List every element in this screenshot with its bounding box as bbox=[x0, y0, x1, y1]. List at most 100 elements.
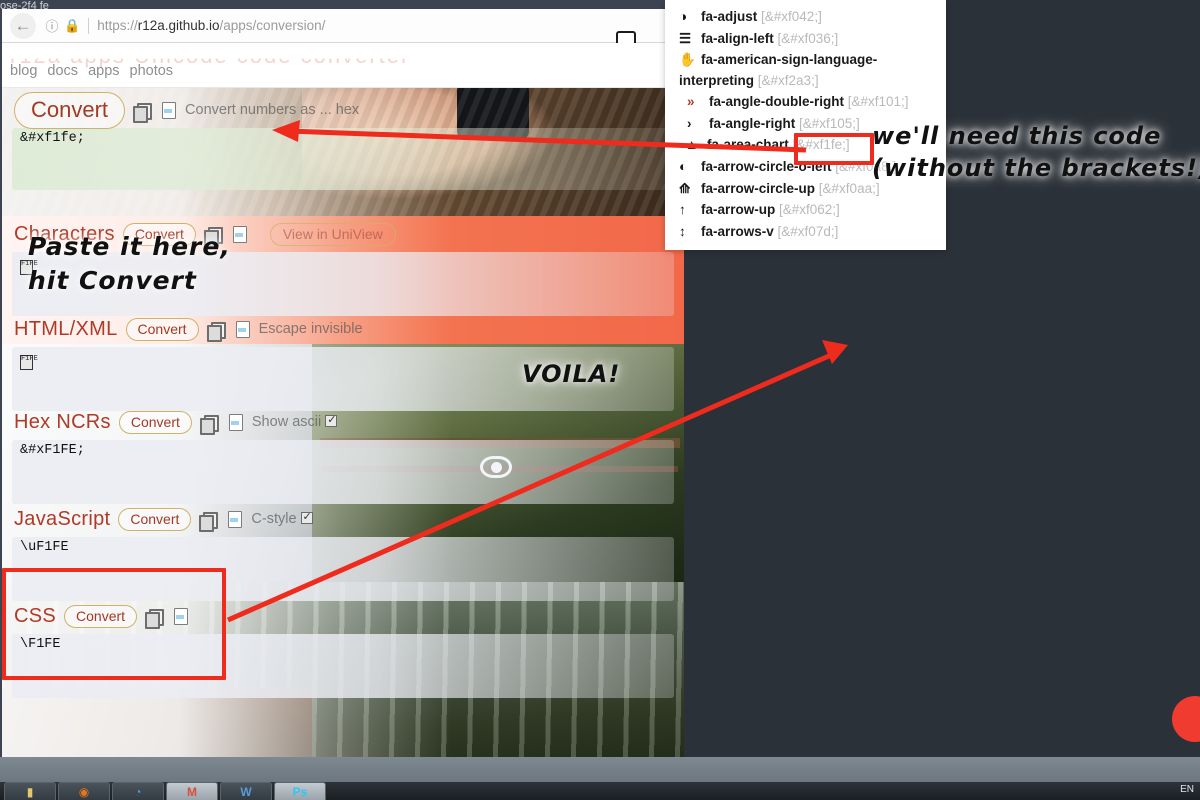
word-icon: W bbox=[240, 784, 252, 799]
annotation-voila: VOILA! bbox=[522, 360, 621, 388]
address-bar-input[interactable]: https://r12a.github.io/apps/conversion/ bbox=[97, 18, 325, 33]
convert-button-htmlxml[interactable]: Convert bbox=[125, 317, 199, 341]
icon-name: fa-angle-double-right bbox=[709, 94, 844, 110]
taskbar-item-edge[interactable]: ◔ bbox=[112, 782, 164, 800]
icon-list-item[interactable]: ◑ fa-adjust [&#xf042;] bbox=[679, 6, 946, 28]
convert-button-javascript[interactable]: Convert bbox=[118, 507, 192, 531]
row-hint: Convert numbers as ... hex bbox=[185, 102, 360, 118]
taskbar-item-firefox[interactable]: ◉ bbox=[58, 782, 110, 800]
icon-code: [&#xf0aa;] bbox=[818, 180, 880, 196]
fa-arrow-up-icon: ↑ bbox=[679, 202, 686, 218]
fa-adjust-icon: ◑ bbox=[679, 9, 688, 24]
icon-name: fa-align-left bbox=[701, 30, 774, 46]
windows-taskbar: ▮ ◉ ◔ M W Ps EN bbox=[0, 782, 1200, 800]
annotation-line: Paste it here, bbox=[28, 232, 231, 261]
input-value: &#xf1fe; bbox=[20, 131, 85, 146]
nav-item-blog[interactable]: blog bbox=[10, 63, 37, 79]
icon-name: fa-arrow-circle-up bbox=[701, 180, 816, 196]
row-header: Hex NCRs Convert Show ascii bbox=[2, 406, 684, 438]
file-icon[interactable] bbox=[233, 319, 251, 339]
row-header: Convert Convert numbers as ... hex bbox=[2, 91, 684, 129]
fa-angle-double-right-icon: » bbox=[687, 94, 695, 110]
url-divider bbox=[88, 17, 90, 34]
icon-code: [&#xf07d;] bbox=[777, 223, 839, 239]
icon-list-item[interactable]: ✋ fa-american-sign-language-interpreting … bbox=[679, 49, 946, 91]
highlight-box-icon-code bbox=[794, 133, 874, 165]
copy-icon[interactable] bbox=[133, 100, 153, 123]
fa-area-chart-icon: ▲ bbox=[685, 137, 699, 153]
icon-list-item[interactable]: ☰ fa-align-left [&#xf036;] bbox=[679, 28, 946, 50]
edge-icon: ◔ bbox=[134, 784, 142, 799]
taskbar-item-mobirise[interactable]: M bbox=[166, 782, 218, 800]
annotation-need-code: we'll need this code (without the bracke… bbox=[872, 120, 1200, 184]
annotation-line: we'll need this code bbox=[872, 122, 1162, 150]
icon-list-item[interactable]: ↑ fa-arrow-up [&#xf062;] bbox=[679, 199, 946, 221]
file-icon[interactable] bbox=[230, 224, 248, 244]
icon-code: [&#xf042;] bbox=[761, 9, 822, 24]
highlight-box-css-output bbox=[2, 568, 226, 680]
info-circle-icon[interactable]: ⓘ bbox=[42, 16, 62, 35]
row-header: HTML/XML Convert Escape invisible bbox=[2, 313, 684, 345]
taskbar-item-folder[interactable]: ▮ bbox=[4, 782, 56, 800]
hint-text: C-style bbox=[251, 511, 297, 527]
taskbar-language-indicator[interactable]: EN bbox=[1180, 784, 1194, 795]
input-textarea[interactable]: &#xf1fe; bbox=[12, 128, 674, 190]
url-host: r12a.github.io bbox=[137, 18, 220, 33]
convert-button-hexncrs[interactable]: Convert bbox=[118, 410, 192, 434]
icon-code: [&#xf101;] bbox=[847, 94, 909, 110]
annotation-paste-here: Paste it here, hit Convert bbox=[28, 230, 231, 298]
row-header: JavaScript Convert C-style bbox=[2, 503, 684, 535]
nav-item-docs[interactable]: docs bbox=[47, 63, 78, 79]
taskbar-item-word[interactable]: W bbox=[220, 782, 272, 800]
javascript-value: \uF1FE bbox=[20, 540, 69, 555]
icon-name: fa-arrow-up bbox=[701, 202, 776, 218]
annotation-line: (without the brackets!) bbox=[872, 154, 1200, 182]
file-icon[interactable] bbox=[225, 509, 243, 529]
fa-arrow-circle-up-icon: ⟰ bbox=[679, 180, 691, 196]
icon-name: fa-arrows-v bbox=[701, 223, 774, 239]
nav-item-photos[interactable]: photos bbox=[130, 63, 174, 79]
photoshop-icon: Ps bbox=[292, 784, 308, 799]
cstyle-checkbox[interactable] bbox=[300, 510, 313, 524]
icon-list-item[interactable]: » fa-angle-double-right [&#xf101;] bbox=[679, 91, 946, 113]
fa-align-left-icon: ☰ bbox=[679, 30, 692, 46]
copy-icon[interactable] bbox=[206, 319, 226, 342]
icon-name: fa-angle-right bbox=[709, 115, 796, 131]
taskbar-item-photoshop[interactable]: Ps bbox=[274, 782, 326, 800]
folder-icon: ▮ bbox=[26, 784, 34, 799]
back-arrow-icon[interactable]: ← bbox=[10, 12, 36, 39]
copy-icon[interactable] bbox=[199, 509, 219, 532]
icon-code: [&#xf2a3;] bbox=[757, 73, 819, 89]
screen: br-section mbr-section--no-padding layou… bbox=[0, 0, 1200, 800]
icon-list-item[interactable]: ↕ fa-arrows-v [&#xf07d;] bbox=[679, 221, 946, 243]
annotation-line: hit Convert bbox=[28, 266, 197, 295]
desktop-strip bbox=[0, 757, 1200, 782]
icon-name: fa-adjust bbox=[701, 9, 758, 24]
floating-action-button[interactable] bbox=[1172, 696, 1200, 742]
url-path: /apps/conversion/ bbox=[219, 18, 326, 33]
hexncrs-textarea[interactable]: &#xF1FE; bbox=[12, 440, 674, 504]
site-nav: blog docs apps photos bbox=[10, 63, 183, 79]
icon-name: fa-area-chart bbox=[707, 137, 789, 153]
convert-button-main[interactable]: Convert bbox=[14, 91, 126, 129]
row-label-javascript: JavaScript bbox=[14, 507, 111, 530]
fa-american-sign-language-interpreting-icon: ✋ bbox=[679, 52, 696, 68]
lock-icon[interactable]: 🔒 bbox=[64, 18, 80, 34]
converter-row-input: Convert Convert numbers as ... hex &#xf1… bbox=[2, 91, 684, 190]
copy-icon[interactable] bbox=[199, 412, 219, 435]
unknown-glyph-box: F1FE bbox=[20, 355, 38, 370]
nav-item-apps[interactable]: apps bbox=[88, 63, 119, 79]
firefox-icon: ◉ bbox=[78, 784, 90, 799]
icon-code: [&#xf105;] bbox=[799, 115, 860, 131]
file-icon[interactable] bbox=[159, 100, 177, 120]
hint-text: Show ascii bbox=[251, 414, 322, 430]
site-header: r12a apps Unicode code converter blog doc… bbox=[2, 43, 684, 88]
file-icon[interactable] bbox=[226, 412, 244, 432]
fa-angle-right-icon: › bbox=[687, 115, 692, 131]
fa-arrows-v-icon: ↕ bbox=[679, 223, 686, 239]
hexncrs-value: &#xF1FE; bbox=[20, 443, 85, 458]
fa-arrow-circle-o-left-icon: ◐ bbox=[679, 158, 688, 174]
show-ascii-checkbox[interactable] bbox=[325, 413, 338, 427]
icon-code: [&#xf036;] bbox=[777, 30, 839, 46]
view-in-uniview-button[interactable]: View in UniView bbox=[269, 222, 396, 246]
